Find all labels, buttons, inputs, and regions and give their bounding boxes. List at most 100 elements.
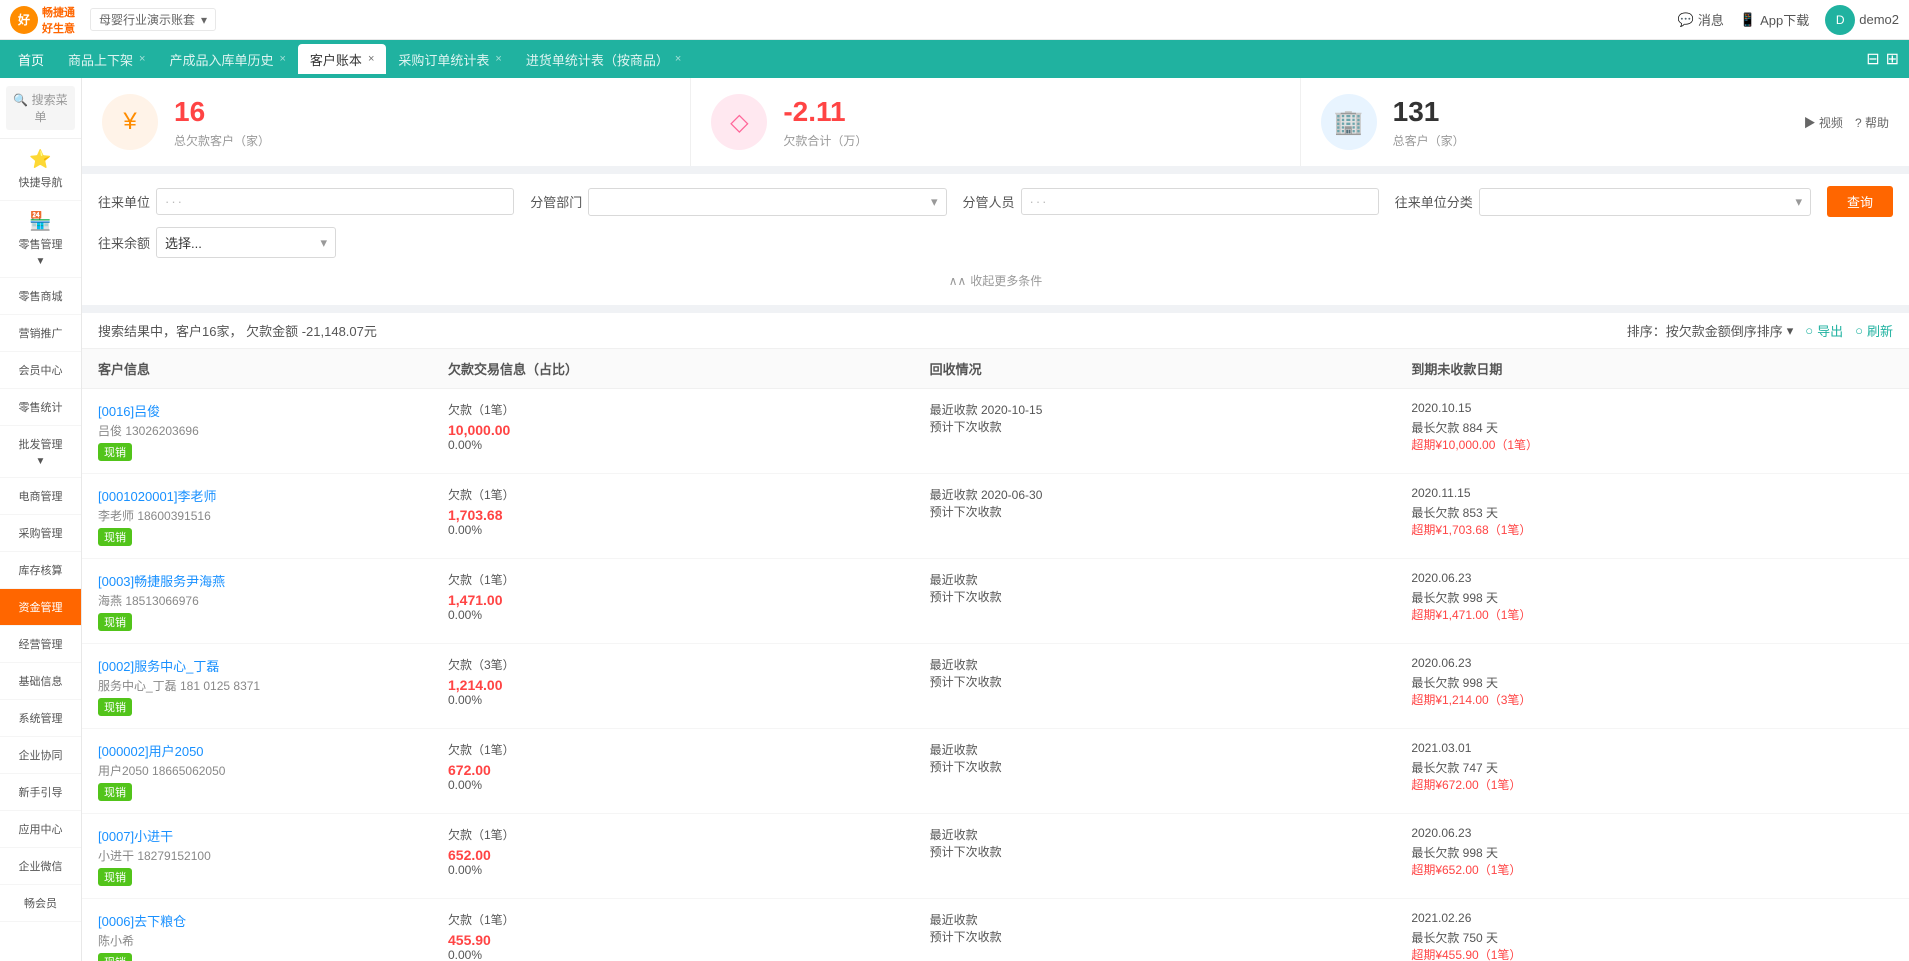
filter-input-unit[interactable]: ··· [156,188,514,215]
results-summary: 搜索结果中，客户16家 [98,324,229,339]
next-collect-6: 预计下次收款 [930,928,1412,945]
enterprise-label: 企业协同 [19,747,63,763]
overdue-days-2: 最长欠款 998 天 [1411,589,1893,606]
sidebar-item-retail-stats[interactable]: 零售统计 [0,389,81,426]
customer-name-2[interactable]: [0003]畅捷服务尹海燕 [98,571,448,590]
sidebar-item-vip[interactable]: 畅会员 [0,885,81,922]
tab-home[interactable]: 首页 [6,44,56,74]
tab-5-close[interactable]: × [675,53,681,65]
sidebar-item-ecommerce[interactable]: 电商管理 [0,478,81,515]
video-action[interactable]: ▶ 视频 [1804,114,1843,131]
customer-name-5[interactable]: [0007]小进干 [98,826,448,845]
tab-controls: ⊟ ⊞ [1866,49,1903,69]
sidebar-item-enterprise[interactable]: 企业协同 [0,737,81,774]
search-menu-btn[interactable]: 🔍 搜索菜单 [6,86,75,130]
customer-cell-3: [0002]服务中心_丁磊 服务中心_丁磊 181 0125 8371 现销 [98,656,448,716]
maximize-btn[interactable]: ⊞ [1886,49,1899,69]
recovery-cell-5: 最近收款 预计下次收款 [930,826,1412,886]
filter-row-2: 往来余额 选择... ▾ [98,227,1893,258]
message-action[interactable]: 💬 消息 [1678,10,1724,29]
tab-2-close[interactable]: × [279,53,285,65]
debt-amount-2[interactable]: 1,471.00 [448,592,930,608]
tab-1[interactable]: 商品上下架 × [56,44,157,74]
customer-info-6: 陈小希 [98,932,448,949]
sidebar-item-wholesale[interactable]: 批发管理 ▼ [0,426,81,478]
sidebar-item-finance[interactable]: 资金管理 [0,589,81,626]
debt-count-6: 欠款（1笔） [448,911,930,928]
tab-3[interactable]: 客户账本 × [298,44,386,74]
sidebar-item-marketing[interactable]: 营销推广 [0,315,81,352]
overdue-link-2[interactable]: 超期¥1,471.00（1笔） [1411,606,1893,623]
customer-name-6[interactable]: [0006]去下粮仓 [98,911,448,930]
help-action[interactable]: ? 帮助 [1855,114,1889,131]
tab-4[interactable]: 采购订单统计表 × [386,44,513,74]
sidebar-search[interactable]: 🔍 搜索菜单 [0,78,81,139]
tab-bar: 首页 商品上下架 × 产成品入库单历史 × 客户账本 × 采购订单统计表 × 进… [0,40,1909,78]
recovery-cell-2: 最近收款 预计下次收款 [930,571,1412,631]
filter-select-dept[interactable]: ▾ [588,188,946,216]
card-info-1: 16 总欠款客户（家） [174,96,270,149]
export-button[interactable]: ○ 导出 [1805,321,1843,340]
download-action[interactable]: 📱 App下载 [1740,10,1809,29]
user-action[interactable]: D demo2 [1825,5,1899,35]
filter-item-person: 分管人员 ··· [963,188,1379,215]
sidebar-item-purchase[interactable]: 采购管理 [0,515,81,552]
customer-name-1[interactable]: [0001020001]李老师 [98,486,448,505]
debt-count-3: 欠款（3笔） [448,656,930,673]
sidebar-item-inventory[interactable]: 库存核算 [0,552,81,589]
debt-amount-3[interactable]: 1,214.00 [448,677,930,693]
debt-percent-1: 0.00% [448,523,930,537]
sidebar-item-quick-nav[interactable]: ⭐ 快捷导航 [0,139,81,201]
debt-amount-6[interactable]: 455.90 [448,932,930,948]
debt-amount-5[interactable]: 652.00 [448,847,930,863]
sort-select[interactable]: 排序：按欠款金额倒序排序 ▾ [1627,321,1794,340]
sidebar-item-member[interactable]: 会员中心 [0,352,81,389]
top-bar-right: 💬 消息 📱 App下载 D demo2 [1678,5,1899,35]
sidebar-item-wechat[interactable]: 企业微信 [0,848,81,885]
debt-count-5: 欠款（1笔） [448,826,930,843]
finance-label: 资金管理 [19,599,63,615]
chevron-up-icon: ∧∧ [949,274,967,288]
overdue-link-5[interactable]: 超期¥652.00（1笔） [1411,861,1893,878]
filter-input-person[interactable]: ··· [1021,188,1379,215]
quick-nav-icon: ⭐ [29,149,51,170]
industry-selector[interactable]: 母婴行业演示账套 ▾ [90,8,216,31]
next-collect-5: 预计下次收款 [930,843,1412,860]
customer-name-3[interactable]: [0002]服务中心_丁磊 [98,656,448,675]
video-icon: ▶ [1804,116,1816,130]
due-date-0: 2020.10.15 [1411,401,1893,415]
sidebar-item-app-center[interactable]: 应用中心 [0,811,81,848]
customer-name-4[interactable]: [000002]用户2050 [98,741,448,760]
sidebar-item-newbie[interactable]: 新手引导 [0,774,81,811]
minimize-btn[interactable]: ⊟ [1866,49,1879,69]
collapse-button[interactable]: ∧∧ 收起更多条件 [949,272,1043,289]
debt-cell-1: 欠款（1笔） 1,703.68 0.00% [448,486,930,546]
customer-tag-0: 现销 [98,443,132,461]
sidebar-item-retail-mgmt[interactable]: 🏪 零售管理 ▼ [0,201,81,278]
overdue-link-1[interactable]: 超期¥1,703.68（1笔） [1411,521,1893,538]
tab-1-close[interactable]: × [139,53,145,65]
sidebar-item-business[interactable]: 经营管理 [0,626,81,663]
overdue-link-6[interactable]: 超期¥455.90（1笔） [1411,946,1893,961]
debt-amount-4[interactable]: 672.00 [448,762,930,778]
balance-value: 选择... [165,233,202,252]
card-label-2: 欠款合计（万） [783,132,867,149]
tab-3-close[interactable]: × [368,53,374,65]
tab-2[interactable]: 产成品入库单历史 × [157,44,297,74]
debt-amount-0[interactable]: 10,000.00 [448,422,930,438]
refresh-button[interactable]: ○ 刷新 [1855,321,1893,340]
overdue-link-4[interactable]: 超期¥672.00（1笔） [1411,776,1893,793]
debt-amount-1[interactable]: 1,703.68 [448,507,930,523]
search-button[interactable]: 查询 [1827,186,1893,217]
sidebar-item-system[interactable]: 系统管理 [0,700,81,737]
tab-4-close[interactable]: × [495,53,501,65]
overdue-link-3[interactable]: 超期¥1,214.00（3笔） [1411,691,1893,708]
marketing-label: 营销推广 [19,325,63,341]
customer-name-0[interactable]: [0016]吕俊 [98,401,448,420]
sidebar-item-basic-info[interactable]: 基础信息 [0,663,81,700]
overdue-link-0[interactable]: 超期¥10,000.00（1笔） [1411,436,1893,453]
filter-select-balance[interactable]: 选择... ▾ [156,227,336,258]
sidebar-item-retail-store[interactable]: 零售商城 [0,278,81,315]
tab-5[interactable]: 进货单统计表（按商品） × [514,44,693,74]
filter-select-category[interactable]: ▾ [1479,188,1811,216]
